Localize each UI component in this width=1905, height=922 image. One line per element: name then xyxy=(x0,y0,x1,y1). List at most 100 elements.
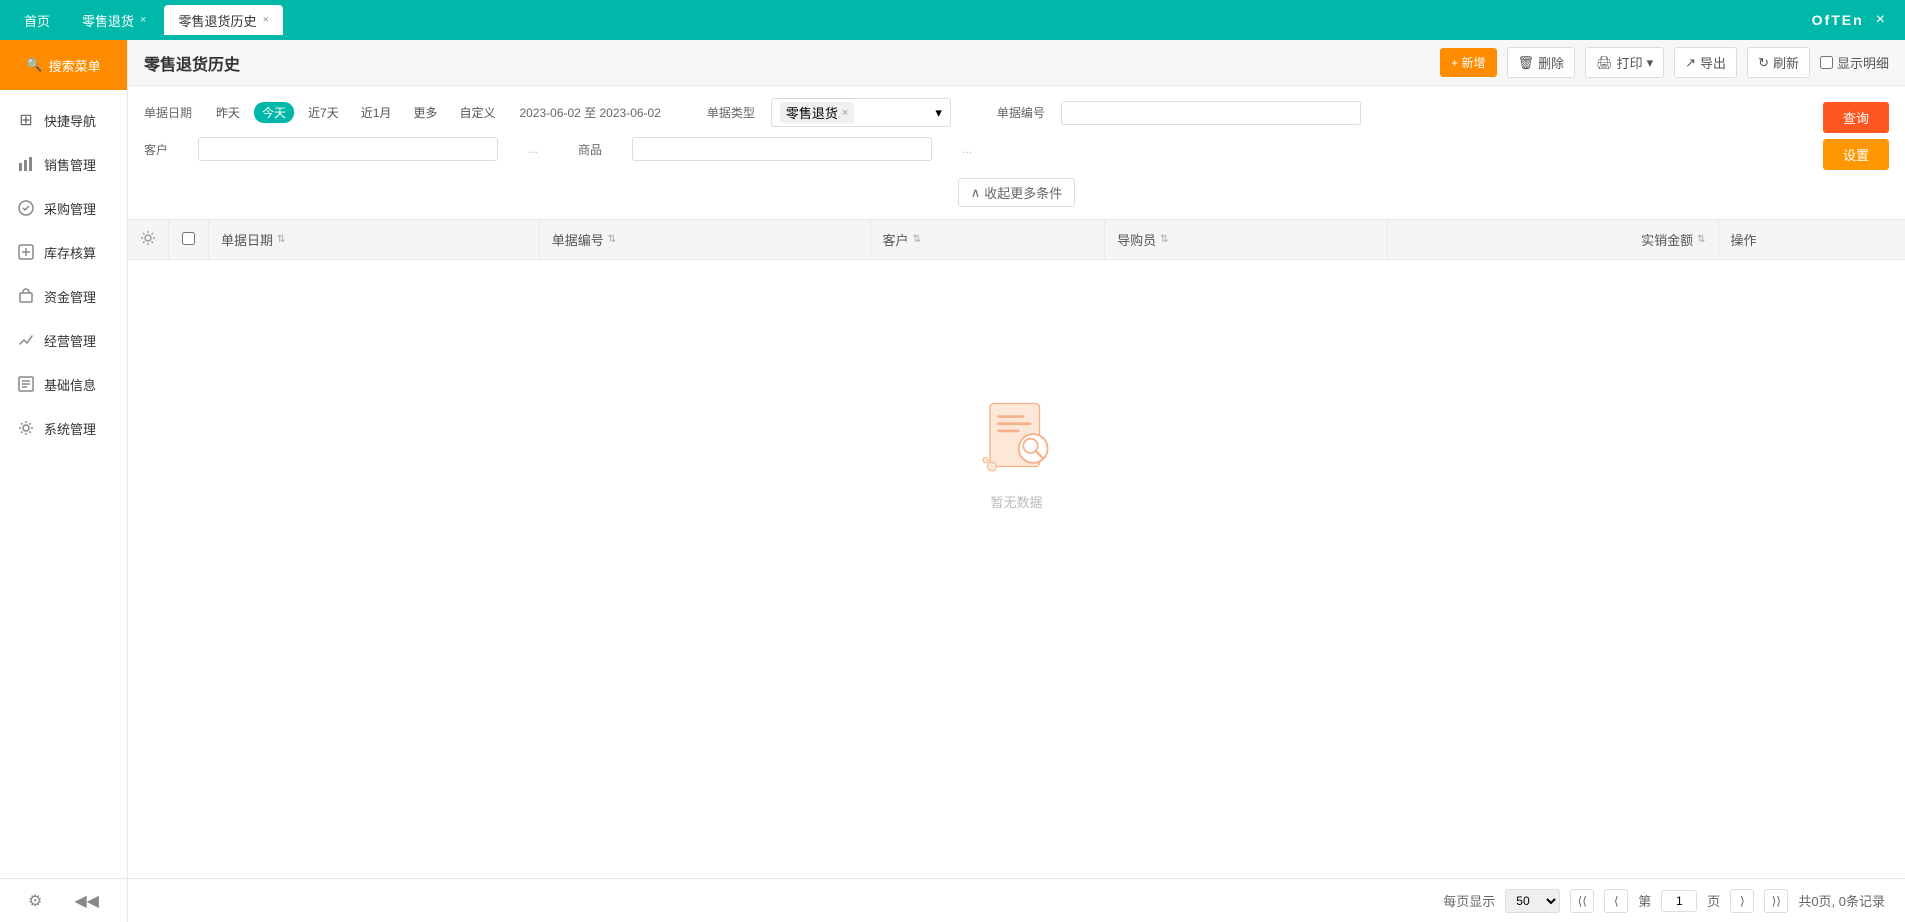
date-opt-today[interactable]: 今天 xyxy=(254,102,294,123)
finance-mgmt-icon xyxy=(16,286,36,306)
collapse-filter-button[interactable]: ∧ 收起更多条件 xyxy=(958,178,1076,207)
page-ye-label: 页 xyxy=(1707,891,1720,910)
brand-name: OfTEn xyxy=(1812,12,1864,28)
show-detail-text: 显示明细 xyxy=(1837,53,1889,72)
date-range-display: 2023-06-02 至 2023-06-02 xyxy=(519,104,660,121)
show-detail-toggle[interactable]: 显示明细 xyxy=(1820,53,1889,72)
sidebar-item-system-mgmt[interactable]: 系统管理 xyxy=(0,406,127,450)
th-amount[interactable]: 实销金额 ⇅ xyxy=(1387,220,1718,260)
operation-mgmt-icon xyxy=(16,330,36,350)
type-filter-tag-close[interactable]: × xyxy=(842,107,848,119)
th-number-label: 单据编号 xyxy=(552,230,604,249)
table-header-row: 单据日期 ⇅ 单据编号 ⇅ 客户 xyxy=(128,220,1905,260)
sidebar-item-basic-info[interactable]: 基础信息 xyxy=(0,362,127,406)
show-detail-checkbox[interactable] xyxy=(1820,56,1833,69)
filter-row-2: 客户 ... 商品 ... xyxy=(144,137,1807,161)
page-di-label: 第 xyxy=(1638,891,1651,910)
goods-filter-label: 商品 xyxy=(578,141,602,158)
th-checkbox[interactable] xyxy=(169,220,209,260)
sidebar-item-sales-mgmt[interactable]: 销售管理 xyxy=(0,142,127,186)
th-customer[interactable]: 客户 ⇅ xyxy=(870,220,1105,260)
page-number-input[interactable] xyxy=(1661,890,1697,912)
number-filter-input[interactable] xyxy=(1061,101,1361,125)
export-button[interactable]: ↗ 导出 xyxy=(1674,47,1737,78)
date-opt-custom[interactable]: 自定义 xyxy=(451,102,503,123)
sidebar-search-label: 搜索菜单 xyxy=(49,56,101,75)
tab-list: 首页 零售退货 × 零售退货历史 × xyxy=(10,5,1812,35)
delete-icon: 🗑 xyxy=(1518,55,1535,71)
th-customer-sort-icon: ⇅ xyxy=(913,234,921,245)
customer-ellipsis: ... xyxy=(528,142,538,156)
date-opt-yesterday[interactable]: 昨天 xyxy=(208,102,248,123)
print-button[interactable]: 🖨 打印 ▾ xyxy=(1585,47,1664,78)
date-opt-more[interactable]: 更多 xyxy=(405,102,445,123)
inventory-check-icon xyxy=(16,242,36,262)
th-amount-sort-icon: ⇅ xyxy=(1697,234,1705,245)
tab-retail-return-history[interactable]: 零售退货历史 × xyxy=(164,5,282,35)
close-app-button[interactable]: × xyxy=(1876,11,1885,29)
delete-button[interactable]: 🗑 删除 xyxy=(1507,47,1576,78)
sidebar-item-label: 基础信息 xyxy=(44,375,96,394)
type-filter-select[interactable]: 零售退货 × ▾ xyxy=(771,98,951,127)
sidebar-item-operation-mgmt[interactable]: 经营管理 xyxy=(0,318,127,362)
select-all-checkbox[interactable] xyxy=(182,232,195,245)
sidebar-search-btn[interactable]: 🔍 搜索菜单 xyxy=(0,40,127,90)
type-filter-tag-text: 零售退货 xyxy=(786,103,838,122)
basic-info-icon xyxy=(16,374,36,394)
sidebar-item-quick-nav[interactable]: ⊞ 快捷导航 xyxy=(0,98,127,142)
sidebar-item-inventory-check[interactable]: 库存核算 xyxy=(0,230,127,274)
page-prev-button[interactable]: ⟨ xyxy=(1604,889,1628,913)
tab-retail-return-close[interactable]: × xyxy=(140,14,146,26)
page-first-button[interactable]: ⟨⟨ xyxy=(1570,889,1594,913)
th-customer-label: 客户 xyxy=(883,230,909,249)
pagination-bar: 每页显示 20 50 100 ⟨⟨ ⟨ 第 页 ⟩ ⟩⟩ 共0页, 0条记录 xyxy=(128,878,1905,922)
sidebar-item-label: 快捷导航 xyxy=(44,111,96,130)
sidebar: 🔍 搜索菜单 ⊞ 快捷导航 销售管理 采购管理 xyxy=(0,40,128,922)
total-records-label: 共0页, 0条记录 xyxy=(1798,891,1885,910)
print-label: 打印 xyxy=(1617,53,1643,72)
date-filter-label: 单据日期 xyxy=(144,104,192,121)
customer-filter-input[interactable] xyxy=(198,137,498,161)
th-date-sort-icon: ⇅ xyxy=(277,234,285,245)
new-button[interactable]: + 新增 xyxy=(1440,48,1496,77)
th-action-label: 操作 xyxy=(1731,233,1757,248)
settings-button[interactable]: 设置 xyxy=(1823,139,1889,170)
th-date-label: 单据日期 xyxy=(221,230,273,249)
type-filter-label: 单据类型 xyxy=(707,104,755,121)
sidebar-item-label: 系统管理 xyxy=(44,419,96,438)
th-guide-label: 导购员 xyxy=(1117,230,1156,249)
query-button[interactable]: 查询 xyxy=(1823,102,1889,133)
page-next-button[interactable]: ⟩ xyxy=(1730,889,1754,913)
sidebar-item-purchase-mgmt[interactable]: 采购管理 xyxy=(0,186,127,230)
volume-bottom-icon[interactable]: ◀◀ xyxy=(74,891,99,911)
sidebar-bottom: ⚙ ◀◀ xyxy=(0,878,127,922)
sidebar-item-label: 资金管理 xyxy=(44,287,96,306)
th-settings[interactable] xyxy=(128,220,169,260)
print-icon: 🖨 xyxy=(1596,55,1613,71)
date-opt-7days[interactable]: 近7天 xyxy=(300,102,347,123)
quick-nav-icon: ⊞ xyxy=(16,110,36,130)
content-area: 零售退货历史 + 新增 🗑 删除 🖨 打印 ▾ ↗ 导出 ↻ xyxy=(128,40,1905,922)
tab-home[interactable]: 首页 xyxy=(10,5,64,35)
th-guide[interactable]: 导购员 ⇅ xyxy=(1105,220,1388,260)
page-size-select[interactable]: 20 50 100 xyxy=(1505,889,1560,913)
refresh-button[interactable]: ↻ 刷新 xyxy=(1747,47,1810,78)
collapse-icon: ∧ xyxy=(971,185,981,201)
type-filter-dropdown-icon: ▾ xyxy=(935,105,942,121)
toolbar: + 新增 🗑 删除 🖨 打印 ▾ ↗ 导出 ↻ 刷新 xyxy=(1440,47,1889,78)
settings-bottom-icon[interactable]: ⚙ xyxy=(28,891,42,911)
th-date[interactable]: 单据日期 ⇅ xyxy=(209,220,540,260)
th-number[interactable]: 单据编号 ⇅ xyxy=(539,220,870,260)
tab-retail-return[interactable]: 零售退货 × xyxy=(68,5,160,35)
sales-mgmt-icon xyxy=(16,154,36,174)
th-action: 操作 xyxy=(1718,220,1905,260)
sidebar-item-finance-mgmt[interactable]: 资金管理 xyxy=(0,274,127,318)
export-icon: ↗ xyxy=(1685,55,1696,71)
th-number-sort-icon: ⇅ xyxy=(608,234,616,245)
date-opt-1month[interactable]: 近1月 xyxy=(353,102,400,123)
tab-retail-return-history-close[interactable]: × xyxy=(262,14,268,26)
top-bar: 首页 零售退货 × 零售退货历史 × OfTEn × xyxy=(0,0,1905,40)
th-amount-label: 实销金额 xyxy=(1641,230,1693,249)
goods-filter-input[interactable] xyxy=(632,137,932,161)
page-last-button[interactable]: ⟩⟩ xyxy=(1764,889,1788,913)
